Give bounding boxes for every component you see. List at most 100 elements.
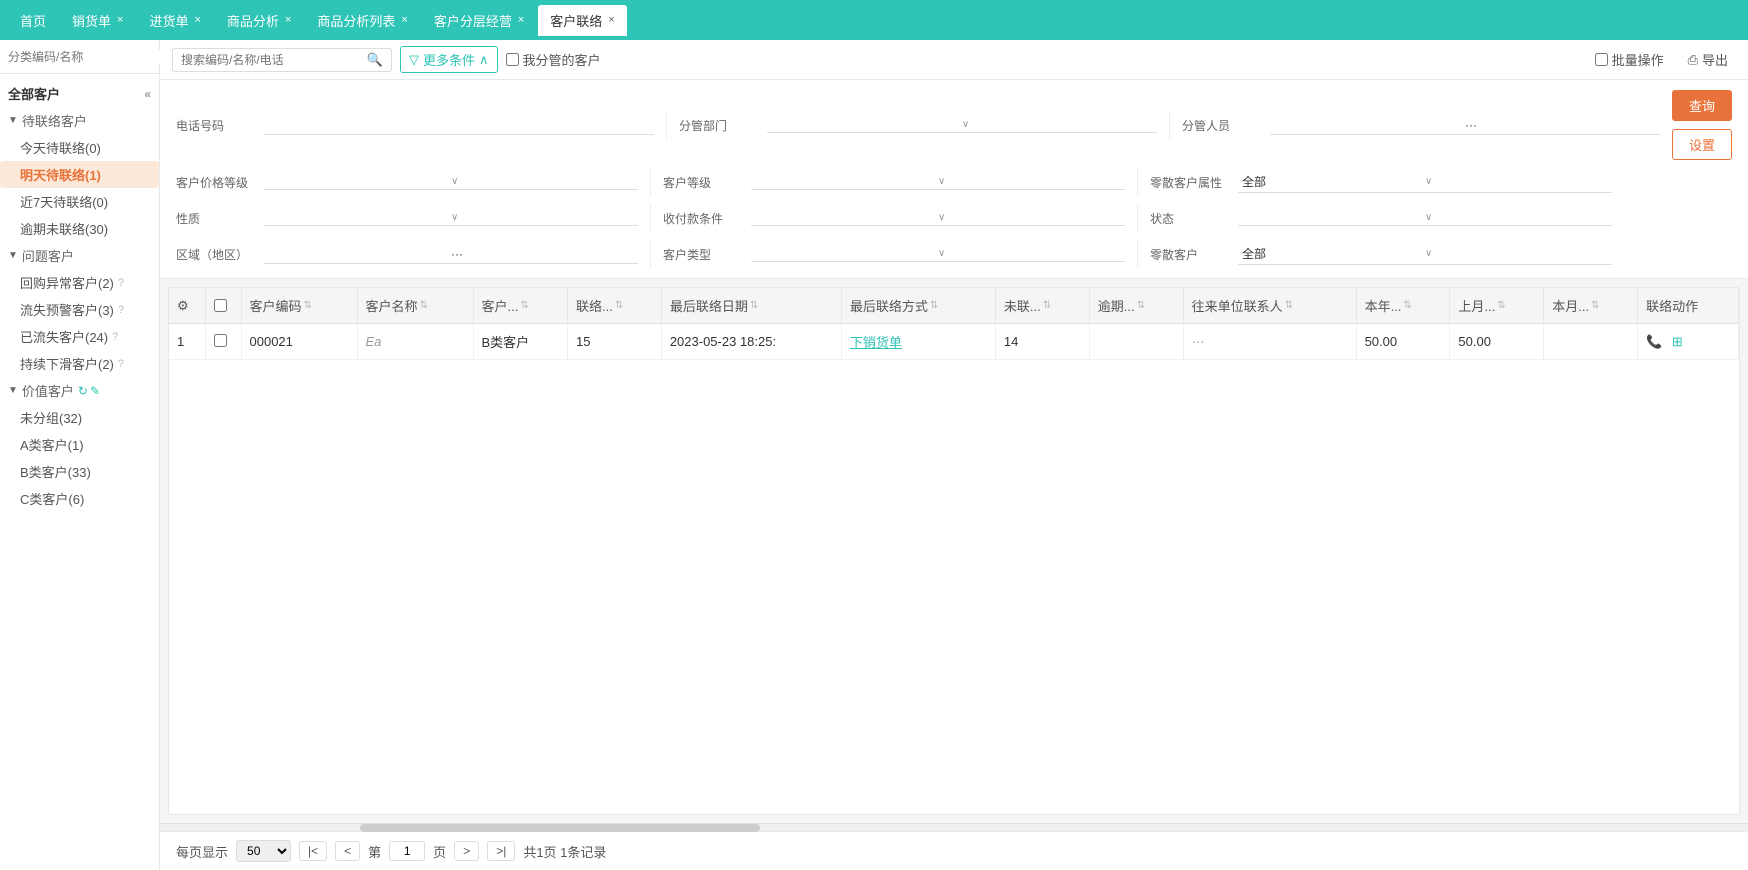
- region-select[interactable]: ···: [264, 245, 638, 264]
- first-page-btn[interactable]: |<: [299, 841, 327, 861]
- nav-close-icon[interactable]: ×: [117, 14, 123, 26]
- nature-select[interactable]: ∨: [264, 210, 638, 226]
- sort-icon[interactable]: ⇅: [1591, 300, 1599, 311]
- payment-select[interactable]: ∨: [751, 210, 1125, 226]
- sidebar-item-churned[interactable]: 已流失客户(24) ?: [0, 323, 159, 350]
- arrow-icon: ▼: [8, 115, 18, 126]
- search-icon[interactable]: 🔍: [367, 52, 383, 68]
- my-customers-check-input[interactable]: [506, 53, 519, 66]
- more-conditions-btn[interactable]: ▽ 更多条件 ∧: [400, 46, 498, 73]
- sidebar-item-b-class[interactable]: B类客户(33): [0, 458, 159, 485]
- sidebar-group-pending[interactable]: ▼ 待联络客户: [0, 107, 159, 134]
- sidebar-item-churn-warning[interactable]: 流失预警客户(3) ?: [0, 296, 159, 323]
- nav-close-icon[interactable]: ×: [401, 14, 407, 26]
- grid-action-icon[interactable]: ⊞: [1672, 334, 1683, 349]
- sidebar-item-overdue[interactable]: 逾期未联络(30): [0, 215, 159, 242]
- sidebar-item-repurchase-abnormal[interactable]: 回购异常客户(2) ?: [0, 269, 159, 296]
- chevron-down-icon: ∨: [451, 212, 634, 223]
- scrollbar-thumb[interactable]: [360, 824, 760, 832]
- td-checkbox[interactable]: [205, 324, 241, 360]
- filter-price-level: 客户价格等级 ∨: [176, 174, 638, 191]
- sidebar-item-ungrouped[interactable]: 未分组(32): [0, 404, 159, 431]
- dept-label: 分管部门: [679, 117, 759, 134]
- sidebar-item-7days[interactable]: 近7天待联络(0): [0, 188, 159, 215]
- page-size-select[interactable]: 50 100: [236, 840, 291, 862]
- sort-icon[interactable]: ⇅: [304, 300, 312, 311]
- sort-icon[interactable]: ⇅: [750, 300, 758, 311]
- sort-icon[interactable]: ⇅: [520, 300, 528, 311]
- nav-home[interactable]: 首页: [8, 5, 58, 36]
- prev-page-btn[interactable]: <: [335, 841, 360, 861]
- sort-icon[interactable]: ⇅: [1497, 300, 1505, 311]
- row-checkbox[interactable]: [214, 334, 227, 347]
- retail-customer-select[interactable]: 全部 ∨: [1238, 243, 1612, 265]
- phone-action-icon[interactable]: 📞: [1646, 334, 1662, 349]
- last-page-btn[interactable]: >|: [487, 841, 515, 861]
- filter-customer-type: 客户类型 ∨: [663, 246, 1125, 263]
- nav-customer-contact[interactable]: 客户联络 ×: [538, 5, 626, 36]
- customer-type-select[interactable]: ∨: [751, 246, 1125, 262]
- ellipsis-icon[interactable]: ···: [1465, 118, 1656, 132]
- th-checkbox[interactable]: [205, 288, 241, 324]
- phone-input[interactable]: [264, 116, 654, 135]
- nav-product-analysis[interactable]: 商品分析 ×: [215, 5, 303, 36]
- divider: [650, 240, 651, 268]
- horizontal-scrollbar[interactable]: [160, 823, 1748, 831]
- collapse-icon[interactable]: «: [144, 87, 151, 101]
- sidebar-item-tomorrow[interactable]: 明天待联络(1): [0, 161, 159, 188]
- sidebar-item-today[interactable]: 今天待联络(0): [0, 134, 159, 161]
- sort-icon[interactable]: ⇅: [420, 300, 428, 311]
- nav-purchase-order[interactable]: 进货单 ×: [137, 5, 212, 36]
- set-button[interactable]: 设置: [1672, 129, 1732, 160]
- select-all-checkbox[interactable]: [214, 299, 227, 312]
- th-gear[interactable]: ⚙: [169, 288, 205, 324]
- search-input[interactable]: [181, 53, 363, 67]
- query-button[interactable]: 查询: [1672, 90, 1732, 121]
- refresh-icon[interactable]: ↻: [78, 384, 88, 398]
- sort-icon[interactable]: ⇅: [1137, 300, 1145, 311]
- price-level-select[interactable]: ∨: [264, 174, 638, 190]
- sidebar-search-input[interactable]: [8, 50, 163, 64]
- sidebar-group-problem[interactable]: ▼ 问题客户: [0, 242, 159, 269]
- sidebar-group-value[interactable]: ▼ 价值客户 ↻ ✎: [0, 377, 159, 404]
- retail-attr-select[interactable]: 全部 ∨: [1238, 171, 1612, 193]
- nav-close-icon[interactable]: ×: [285, 14, 291, 26]
- contact-method-link[interactable]: 下销货单: [850, 335, 902, 350]
- chevron-up-icon: ∧: [479, 52, 489, 68]
- nav-close-icon[interactable]: ×: [518, 14, 524, 26]
- help-icon: ?: [118, 304, 124, 316]
- content-area: 🔍 ▽ 更多条件 ∧ 我分管的客户 批量操作 ⎙ 导出: [160, 40, 1748, 870]
- sidebar-all-customers[interactable]: 全部客户 «: [0, 78, 159, 107]
- page-number-input[interactable]: [389, 841, 425, 861]
- divider: [650, 168, 651, 196]
- sidebar-item-a-class[interactable]: A类客户(1): [0, 431, 159, 458]
- nav-close-icon[interactable]: ×: [608, 14, 614, 26]
- ellipsis-icon[interactable]: ···: [451, 247, 634, 261]
- sort-icon[interactable]: ⇅: [1403, 300, 1411, 311]
- customer-level-select[interactable]: ∨: [751, 174, 1125, 190]
- nav-product-analysis-list[interactable]: 商品分析列表 ×: [305, 5, 419, 36]
- sort-icon[interactable]: ⇅: [615, 300, 623, 311]
- th-last-contact-date: 最后联络日期⇅: [661, 288, 841, 324]
- nav-close-icon[interactable]: ×: [194, 14, 200, 26]
- sort-icon[interactable]: ⇅: [1285, 300, 1293, 311]
- nav-sales-order[interactable]: 销货单 ×: [60, 5, 135, 36]
- nav-customer-tier[interactable]: 客户分层经营 ×: [422, 5, 536, 36]
- sort-icon[interactable]: ⇅: [930, 300, 938, 311]
- edit-icon[interactable]: ✎: [90, 384, 100, 398]
- td-last-contact-method[interactable]: 下销货单: [841, 324, 995, 360]
- sort-icon[interactable]: ⇅: [1043, 300, 1051, 311]
- sidebar-item-declining[interactable]: 持续下滑客户(2) ?: [0, 350, 159, 377]
- export-btn[interactable]: ⎙ 导出: [1680, 47, 1736, 72]
- my-customers-checkbox[interactable]: 我分管的客户: [506, 50, 601, 69]
- th-last-month: 上月...⇅: [1450, 288, 1544, 324]
- filter-icon: ▽: [409, 52, 419, 68]
- next-page-btn[interactable]: >: [454, 841, 479, 861]
- filter-customer-level: 客户等级 ∨: [663, 174, 1125, 191]
- status-select[interactable]: ∨: [1238, 210, 1612, 226]
- person-select[interactable]: ···: [1270, 116, 1660, 135]
- dept-select[interactable]: ∨: [767, 117, 1157, 133]
- sidebar-item-c-class[interactable]: C类客户(6): [0, 485, 159, 512]
- bulk-action-btn[interactable]: 批量操作: [1587, 47, 1672, 72]
- bulk-checkbox[interactable]: [1595, 53, 1608, 66]
